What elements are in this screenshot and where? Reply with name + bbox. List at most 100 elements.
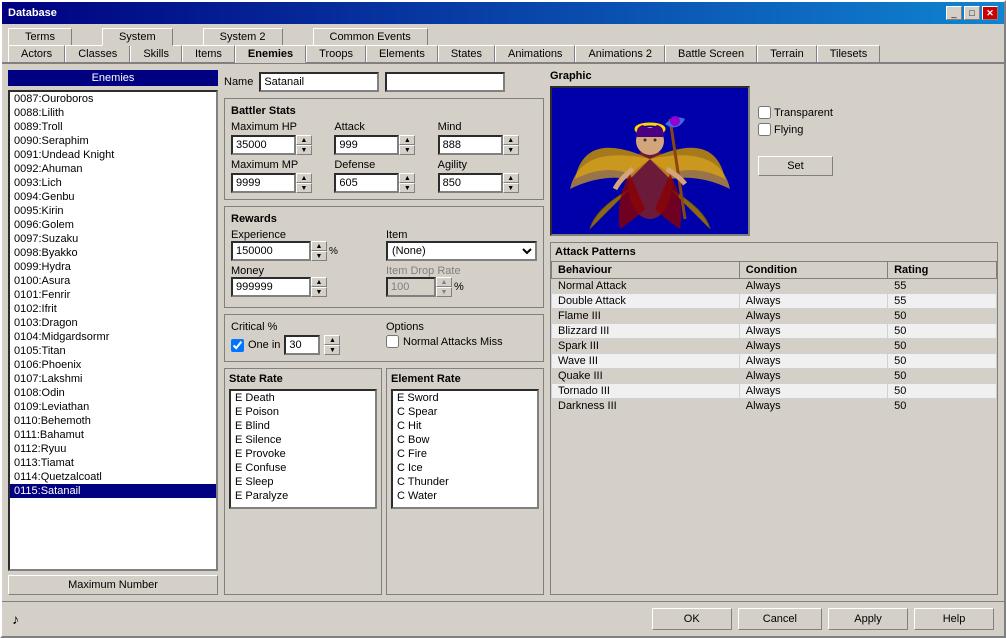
list-item[interactable]: 0105:Titan bbox=[10, 344, 216, 358]
tab-terrain[interactable]: Terrain bbox=[757, 45, 817, 62]
tab-animations[interactable]: Animations bbox=[495, 45, 575, 62]
tab-common-events[interactable]: Common Events bbox=[313, 28, 428, 45]
list-item[interactable]: 0087:Ouroboros bbox=[10, 92, 216, 106]
list-item[interactable]: C Water bbox=[393, 489, 537, 503]
maximize-button[interactable]: □ bbox=[964, 6, 980, 20]
exp-down[interactable]: ▼ bbox=[311, 251, 327, 261]
max-mp-down[interactable]: ▼ bbox=[296, 183, 312, 193]
table-row[interactable]: Blizzard IIIAlways50 bbox=[552, 324, 997, 339]
critical-up[interactable]: ▲ bbox=[324, 335, 340, 345]
normal-attacks-miss-checkbox[interactable] bbox=[386, 335, 399, 348]
max-number-button[interactable]: Maximum Number bbox=[8, 575, 218, 595]
list-item[interactable]: C Spear bbox=[393, 405, 537, 419]
tab-tilesets[interactable]: Tilesets bbox=[817, 45, 881, 62]
list-item[interactable]: 0091:Undead Knight bbox=[10, 148, 216, 162]
list-item[interactable]: 0111:Bahamut bbox=[10, 428, 216, 442]
list-item[interactable]: 0101:Fenrir bbox=[10, 288, 216, 302]
list-item[interactable]: E Poison bbox=[231, 405, 375, 419]
max-hp-up[interactable]: ▲ bbox=[296, 135, 312, 145]
list-item[interactable]: 0112:Ryuu bbox=[10, 442, 216, 456]
name-input[interactable] bbox=[259, 72, 379, 92]
tab-states[interactable]: States bbox=[438, 45, 495, 62]
money-input[interactable] bbox=[231, 277, 311, 297]
tab-system[interactable]: System bbox=[102, 28, 173, 46]
list-item[interactable]: C Hit bbox=[393, 419, 537, 433]
transparent-checkbox[interactable] bbox=[758, 106, 771, 119]
list-item[interactable]: 0088:Lilith bbox=[10, 106, 216, 120]
list-item[interactable]: C Bow bbox=[393, 433, 537, 447]
agility-up[interactable]: ▲ bbox=[503, 173, 519, 183]
list-item[interactable]: C Fire bbox=[393, 447, 537, 461]
flying-checkbox[interactable] bbox=[758, 123, 771, 136]
mind-up[interactable]: ▲ bbox=[503, 135, 519, 145]
tab-system2[interactable]: System 2 bbox=[203, 28, 283, 45]
max-mp-input[interactable] bbox=[231, 173, 296, 193]
max-hp-input[interactable] bbox=[231, 135, 296, 155]
list-item[interactable]: 0108:Odin bbox=[10, 386, 216, 400]
list-item[interactable]: 0089:Troll bbox=[10, 120, 216, 134]
list-item[interactable]: 0094:Genbu bbox=[10, 190, 216, 204]
list-item[interactable]: E Provoke bbox=[231, 447, 375, 461]
ok-button[interactable]: OK bbox=[652, 608, 732, 630]
tab-animations2[interactable]: Animations 2 bbox=[575, 45, 665, 62]
money-down[interactable]: ▼ bbox=[311, 287, 327, 297]
cancel-button[interactable]: Cancel bbox=[738, 608, 822, 630]
table-row[interactable]: Spark IIIAlways50 bbox=[552, 339, 997, 354]
tab-actors[interactable]: Actors bbox=[8, 45, 65, 62]
list-item[interactable]: 0092:Ahuman bbox=[10, 162, 216, 176]
element-rate-list[interactable]: E SwordC SpearC HitC BowC FireC IceC Thu… bbox=[391, 389, 539, 509]
tab-classes[interactable]: Classes bbox=[65, 45, 130, 62]
transparent-label[interactable]: Transparent bbox=[758, 106, 833, 119]
list-item[interactable]: E Confuse bbox=[231, 461, 375, 475]
experience-input[interactable] bbox=[231, 241, 311, 261]
music-icon[interactable]: ♪ bbox=[12, 611, 19, 627]
tab-elements[interactable]: Elements bbox=[366, 45, 438, 62]
agility-down[interactable]: ▼ bbox=[503, 183, 519, 193]
exp-up[interactable]: ▲ bbox=[311, 241, 327, 251]
critical-value-input[interactable] bbox=[284, 335, 320, 355]
table-row[interactable]: Wave IIIAlways50 bbox=[552, 354, 997, 369]
table-row[interactable]: Flame IIIAlways50 bbox=[552, 309, 997, 324]
table-row[interactable]: Normal AttackAlways55 bbox=[552, 279, 997, 294]
list-item[interactable]: 0096:Golem bbox=[10, 218, 216, 232]
list-item[interactable]: 0106:Phoenix bbox=[10, 358, 216, 372]
list-item[interactable]: 0107:Lakshmi bbox=[10, 372, 216, 386]
tab-battle-screen[interactable]: Battle Screen bbox=[665, 45, 757, 62]
tab-skills[interactable]: Skills bbox=[130, 45, 182, 62]
list-item[interactable]: 0100:Asura bbox=[10, 274, 216, 288]
list-item[interactable]: 0110:Behemoth bbox=[10, 414, 216, 428]
mind-down[interactable]: ▼ bbox=[503, 145, 519, 155]
tab-troops[interactable]: Troops bbox=[306, 45, 366, 62]
defense-input[interactable] bbox=[334, 173, 399, 193]
list-item[interactable]: 0090:Seraphim bbox=[10, 134, 216, 148]
apply-button[interactable]: Apply bbox=[828, 608, 908, 630]
money-up[interactable]: ▲ bbox=[311, 277, 327, 287]
list-item[interactable]: 0093:Lich bbox=[10, 176, 216, 190]
item-dropdown[interactable]: (None) bbox=[386, 241, 537, 261]
defense-down[interactable]: ▼ bbox=[399, 183, 415, 193]
max-mp-up[interactable]: ▲ bbox=[296, 173, 312, 183]
list-item[interactable]: C Thunder bbox=[393, 475, 537, 489]
list-item[interactable]: 0114:Quetzalcoatl bbox=[10, 470, 216, 484]
list-item[interactable]: 0113:Tiamat bbox=[10, 456, 216, 470]
list-item[interactable]: E Death bbox=[231, 391, 375, 405]
close-button[interactable]: ✕ bbox=[982, 6, 998, 20]
help-button[interactable]: Help bbox=[914, 608, 994, 630]
list-item[interactable]: E Silence bbox=[231, 433, 375, 447]
list-item[interactable]: E Blind bbox=[231, 419, 375, 433]
list-item[interactable]: C Ice bbox=[393, 461, 537, 475]
list-item[interactable]: 0102:Ifrit bbox=[10, 302, 216, 316]
attack-input[interactable] bbox=[334, 135, 399, 155]
list-item[interactable]: 0109:Leviathan bbox=[10, 400, 216, 414]
list-item[interactable]: E Paralyze bbox=[231, 489, 375, 503]
defense-up[interactable]: ▲ bbox=[399, 173, 415, 183]
minimize-button[interactable]: _ bbox=[946, 6, 962, 20]
attack-up[interactable]: ▲ bbox=[399, 135, 415, 145]
flying-label[interactable]: Flying bbox=[758, 123, 833, 136]
agility-input[interactable] bbox=[438, 173, 503, 193]
list-item[interactable]: 0104:Midgardsormr bbox=[10, 330, 216, 344]
list-item[interactable]: 0099:Hydra bbox=[10, 260, 216, 274]
table-row[interactable]: Double AttackAlways55 bbox=[552, 294, 997, 309]
list-item[interactable]: 0103:Dragon bbox=[10, 316, 216, 330]
set-button[interactable]: Set bbox=[758, 156, 833, 176]
